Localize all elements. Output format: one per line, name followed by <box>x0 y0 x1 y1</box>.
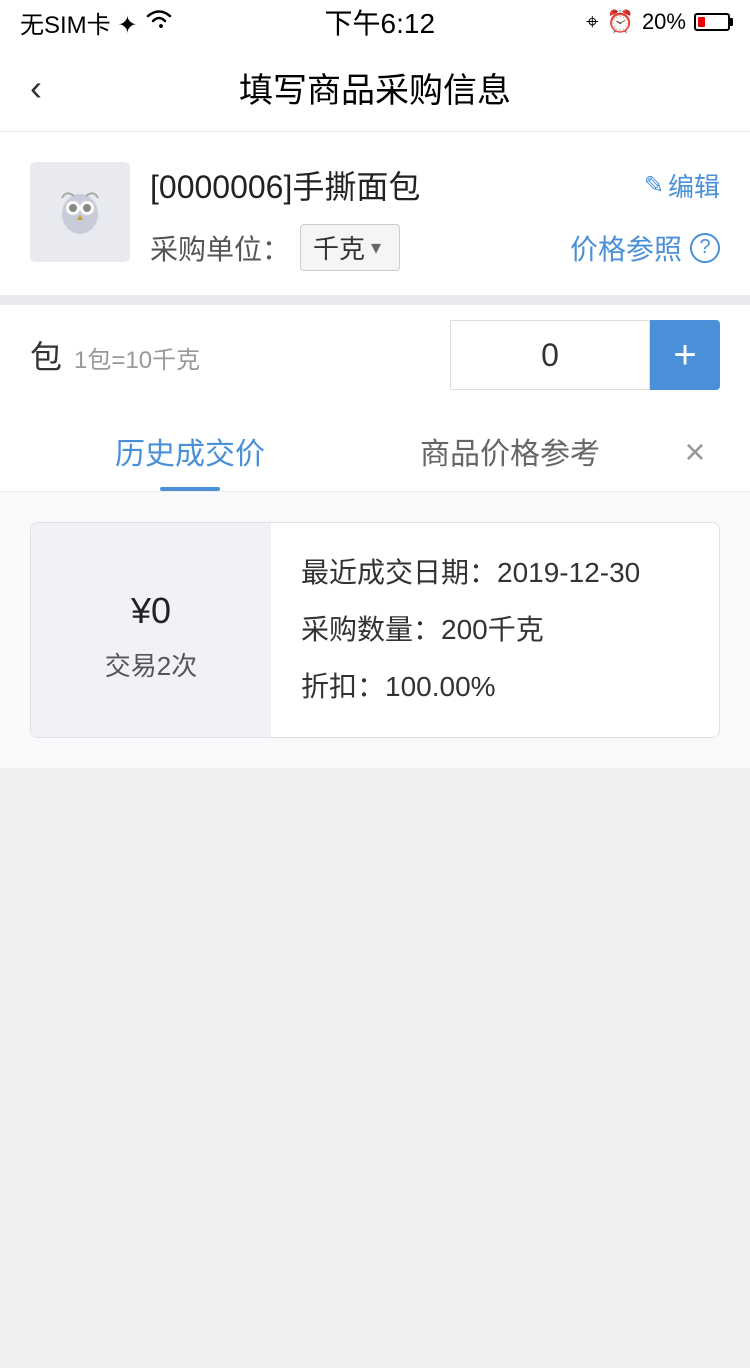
recent-date-label: 最近成交日期： <box>301 557 497 588</box>
unit-label-text: 采购单位： <box>150 228 290 268</box>
discount-value: 100.00% <box>385 671 496 702</box>
discount-row: 折扣：100.00% <box>301 667 689 706</box>
status-bar: 无SIM卡 ✦ 下午6:12 ⌖ ⏰ 20% <box>0 0 750 44</box>
separator-1 <box>0 295 750 305</box>
purchase-quantity-value: 200千克 <box>441 614 544 645</box>
purchase-quantity-row: 采购数量：200千克 <box>301 610 689 649</box>
history-trades-label: 交易2次 <box>105 646 197 683</box>
edit-icon: ✎ <box>644 171 664 200</box>
quantity-input-area: + <box>450 320 720 390</box>
quantity-row: 包 1包=10千克 + <box>0 305 750 405</box>
edit-label: 编辑 <box>668 167 720 204</box>
quantity-input[interactable] <box>450 320 650 390</box>
status-carrier: 无SIM卡 ✦ <box>20 5 173 40</box>
tab-history-label: 历史成交价 <box>115 438 265 471</box>
tab-product-price-label: 商品价格参考 <box>420 438 600 471</box>
tab-history-price[interactable]: 历史成交价 <box>30 405 350 491</box>
discount-label: 折扣： <box>301 671 385 702</box>
quantity-plus-button[interactable]: + <box>650 320 720 390</box>
history-price-value: ¥0 <box>131 576 171 636</box>
unit-row: 采购单位： 千克 ▾ 价格参照 ? <box>150 224 720 271</box>
product-top-row: [0000006]手撕面包 ✎ 编辑 采购单位： 千克 ▾ 价格参照 <box>30 162 720 271</box>
battery-icon <box>694 13 730 31</box>
page-title: 填写商品采购信息 <box>239 63 511 112</box>
price-number: 0 <box>151 590 171 631</box>
unit-label-area: 采购单位： 千克 ▾ <box>150 224 400 271</box>
product-thumbnail <box>30 162 130 262</box>
history-content: ¥0 交易2次 最近成交日期：2019-12-30 采购数量：200千克 折扣：… <box>0 492 750 768</box>
wifi-icon <box>145 8 173 37</box>
quantity-label-area: 包 1包=10千克 <box>30 332 200 378</box>
purchase-quantity-label: 采购数量： <box>301 614 441 645</box>
back-button[interactable]: ‹ <box>20 57 52 119</box>
unit-select-dropdown[interactable]: 千克 ▾ <box>300 224 400 271</box>
history-price-area: ¥0 交易2次 <box>31 523 271 737</box>
tabs-close-button[interactable]: × <box>670 427 720 477</box>
unit-select-value: 千克 <box>313 229 365 266</box>
recent-date-row: 最近成交日期：2019-12-30 <box>301 553 689 592</box>
tabs-panel: 历史成交价 商品价格参考 × ¥0 交易2次 最近成交日期：2019-12-30… <box>0 405 750 768</box>
history-card: ¥0 交易2次 最近成交日期：2019-12-30 采购数量：200千克 折扣：… <box>30 522 720 738</box>
price-reference-button[interactable]: 价格参照 ? <box>570 228 720 268</box>
no-sim-label: 无SIM卡 ✦ <box>20 5 137 40</box>
product-name: [0000006]手撕面包 <box>150 162 420 208</box>
price-ref-label: 价格参照 <box>570 228 682 268</box>
recent-date-value: 2019-12-30 <box>497 557 640 588</box>
nav-bar: ‹ 填写商品采购信息 <box>0 44 750 132</box>
currency-symbol: ¥ <box>131 590 151 631</box>
product-info: [0000006]手撕面包 ✎ 编辑 采购单位： 千克 ▾ 价格参照 <box>150 162 720 271</box>
product-card: [0000006]手撕面包 ✎ 编辑 采购单位： 千克 ▾ 价格参照 <box>0 132 750 295</box>
product-owl-logo <box>50 182 110 242</box>
tabs-header: 历史成交价 商品价格参考 × <box>0 405 750 492</box>
tab-product-price-ref[interactable]: 商品价格参考 <box>350 405 670 491</box>
status-time: 下午6:12 <box>325 2 436 42</box>
quantity-conversion-label: 1包=10千克 <box>74 340 200 375</box>
alarm-icon: ⏰ <box>607 9 634 35</box>
chevron-down-icon: ▾ <box>371 235 381 260</box>
product-name-row: [0000006]手撕面包 ✎ 编辑 <box>150 162 720 208</box>
edit-button[interactable]: ✎ 编辑 <box>644 167 720 204</box>
battery-percent: 20% <box>642 9 686 35</box>
status-right-area: ⌖ ⏰ 20% <box>586 9 730 35</box>
location-icon: ⌖ <box>586 9 598 35</box>
main-background <box>0 768 750 1368</box>
history-details-area: 最近成交日期：2019-12-30 采购数量：200千克 折扣：100.00% <box>271 523 719 737</box>
help-icon: ? <box>690 233 720 263</box>
quantity-unit-label: 包 <box>30 332 62 378</box>
